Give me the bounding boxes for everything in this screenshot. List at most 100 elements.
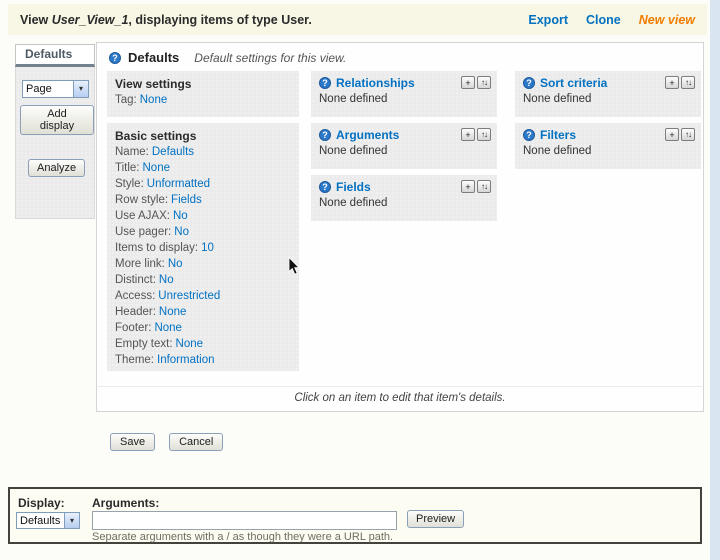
add-display-button[interactable]: Add display (20, 105, 94, 135)
setting-value-link[interactable]: Unformatted (147, 178, 210, 190)
setting-value-link[interactable]: None (143, 162, 171, 174)
add-relationship-button[interactable]: + (461, 76, 475, 89)
header-links: Export Clone New view (528, 13, 695, 27)
setting-label: Use AJAX: (115, 210, 170, 222)
setting-value-link[interactable]: Unrestricted (158, 290, 220, 302)
selected-preview-display: Defaults (20, 515, 61, 527)
view-settings-title: View settings (115, 77, 192, 91)
setting-label: Row style: (115, 194, 169, 206)
setting-label: Distinct: (115, 274, 156, 286)
setting-row: Title: None (115, 160, 291, 176)
tab-defaults[interactable]: Defaults (15, 44, 95, 67)
section-title: Defaults (128, 50, 180, 65)
section-subtitle: Default settings for this view. (194, 50, 347, 65)
setting-row: Items to display: 10 (115, 240, 291, 256)
export-link[interactable]: Export (528, 13, 568, 27)
preview-button[interactable]: Preview (407, 510, 465, 528)
help-icon[interactable]: ? (109, 51, 121, 64)
arguments-help-text: Separate arguments with a / as though th… (92, 531, 394, 543)
clone-link[interactable]: Clone (586, 13, 621, 27)
display-controls-sidebar: Page ▾ Add display Analyze (15, 67, 95, 219)
column-right: ? Sort criteria + ↑↓ None defined ? Filt… (515, 71, 701, 175)
relationships-title-link[interactable]: Relationships (336, 76, 415, 90)
rearrange-relationships-button[interactable]: ↑↓ (477, 76, 491, 89)
arguments-panel: ? Arguments + ↑↓ None defined (311, 123, 497, 169)
view-name: User_View_1 (51, 12, 129, 27)
setting-value-link[interactable]: None (176, 338, 204, 350)
view-header-bar: View User_View_1, displaying items of ty… (8, 4, 707, 35)
setting-row: Use pager: No (115, 224, 291, 240)
setting-row: Distinct: No (115, 272, 291, 288)
setting-row: Header: None (115, 304, 291, 320)
rearrange-filters-button[interactable]: ↑↓ (681, 128, 695, 141)
dropdown-arrow-icon: ▾ (64, 513, 79, 528)
setting-row: Row style: Fields (115, 192, 291, 208)
help-icon[interactable]: ? (523, 129, 535, 141)
filters-title-link[interactable]: Filters (540, 128, 576, 142)
add-filter-button[interactable]: + (665, 128, 679, 141)
fields-empty-text: None defined (319, 197, 388, 209)
view-settings-box: View settings Tag: None (107, 71, 299, 117)
dropdown-arrow-icon: ▾ (73, 81, 88, 97)
add-argument-button[interactable]: + (461, 128, 475, 141)
setting-value-link[interactable]: 10 (201, 242, 214, 254)
setting-label: Style: (115, 178, 144, 190)
setting-row: Style: Unformatted (115, 176, 291, 192)
filters-empty-text: None defined (523, 145, 592, 157)
setting-value-link[interactable]: No (173, 210, 188, 222)
help-icon[interactable]: ? (319, 181, 331, 193)
setting-row: Name: Defaults (115, 144, 291, 160)
setting-label: More link: (115, 258, 165, 270)
relationships-panel: ? Relationships + ↑↓ None defined (311, 71, 497, 117)
cancel-button[interactable]: Cancel (169, 433, 224, 451)
setting-label: Use pager: (115, 226, 172, 238)
add-sort-button[interactable]: + (665, 76, 679, 89)
setting-row: Use AJAX: No (115, 208, 291, 224)
setting-value-link[interactable]: No (168, 258, 183, 270)
rearrange-sorts-button[interactable]: ↑↓ (681, 76, 695, 89)
basic-settings-box: Basic settings Name: Defaults Title: None … (107, 123, 299, 371)
page-title: View User_View_1, displaying items of ty… (20, 12, 312, 27)
help-icon[interactable]: ? (523, 77, 535, 89)
setting-value-link[interactable]: None (140, 94, 168, 106)
setting-value-link[interactable]: None (154, 322, 182, 334)
add-display-type-select[interactable]: Page ▾ (22, 80, 89, 98)
setting-row: Tag: None (115, 92, 291, 108)
live-preview-form: Display: Defaults ▾ Arguments: Preview S… (8, 487, 702, 544)
save-button[interactable]: Save (110, 433, 156, 451)
column-middle: ? Relationships + ↑↓ None defined ? Argu… (311, 71, 497, 227)
selected-display-type: Page (26, 83, 52, 95)
setting-value-link[interactable]: Defaults (152, 146, 194, 158)
arguments-label: Arguments: (92, 496, 160, 510)
sort-criteria-panel: ? Sort criteria + ↑↓ None defined (515, 71, 701, 117)
sort-criteria-empty-text: None defined (523, 93, 592, 105)
help-icon[interactable]: ? (319, 77, 331, 89)
rearrange-fields-button[interactable]: ↑↓ (477, 180, 491, 193)
help-icon[interactable]: ? (319, 129, 331, 141)
setting-label: Name: (115, 146, 149, 158)
preview-arguments-input[interactable] (92, 511, 397, 530)
setting-label: Header: (115, 306, 156, 318)
setting-value-link[interactable]: None (159, 306, 187, 318)
setting-label: Access: (115, 290, 156, 302)
setting-value-link[interactable]: No (159, 274, 174, 286)
setting-row: Footer: None (115, 320, 291, 336)
setting-value-link[interactable]: No (174, 226, 189, 238)
basic-settings-title: Basic settings (115, 129, 197, 143)
column-settings: View settings Tag: None Basic settings Na… (107, 71, 299, 377)
fields-panel: ? Fields + ↑↓ None defined (311, 175, 497, 221)
form-actions: Save Cancel (110, 433, 224, 451)
analyze-button[interactable]: Analyze (28, 159, 86, 177)
add-field-button[interactable]: + (461, 180, 475, 193)
new-view-link[interactable]: New view (639, 13, 695, 27)
preview-display-select[interactable]: Defaults ▾ (16, 512, 80, 529)
setting-value-link[interactable]: Information (157, 354, 215, 366)
page-right-gutter (710, 0, 720, 560)
setting-value-link[interactable]: Fields (171, 194, 202, 206)
sort-criteria-title-link[interactable]: Sort criteria (540, 76, 607, 90)
section-header: ? Defaults Default settings for this vie… (97, 43, 703, 68)
fields-title-link[interactable]: Fields (336, 180, 371, 194)
setting-label: Tag: (115, 94, 137, 106)
arguments-title-link[interactable]: Arguments (336, 128, 399, 142)
rearrange-arguments-button[interactable]: ↑↓ (477, 128, 491, 141)
